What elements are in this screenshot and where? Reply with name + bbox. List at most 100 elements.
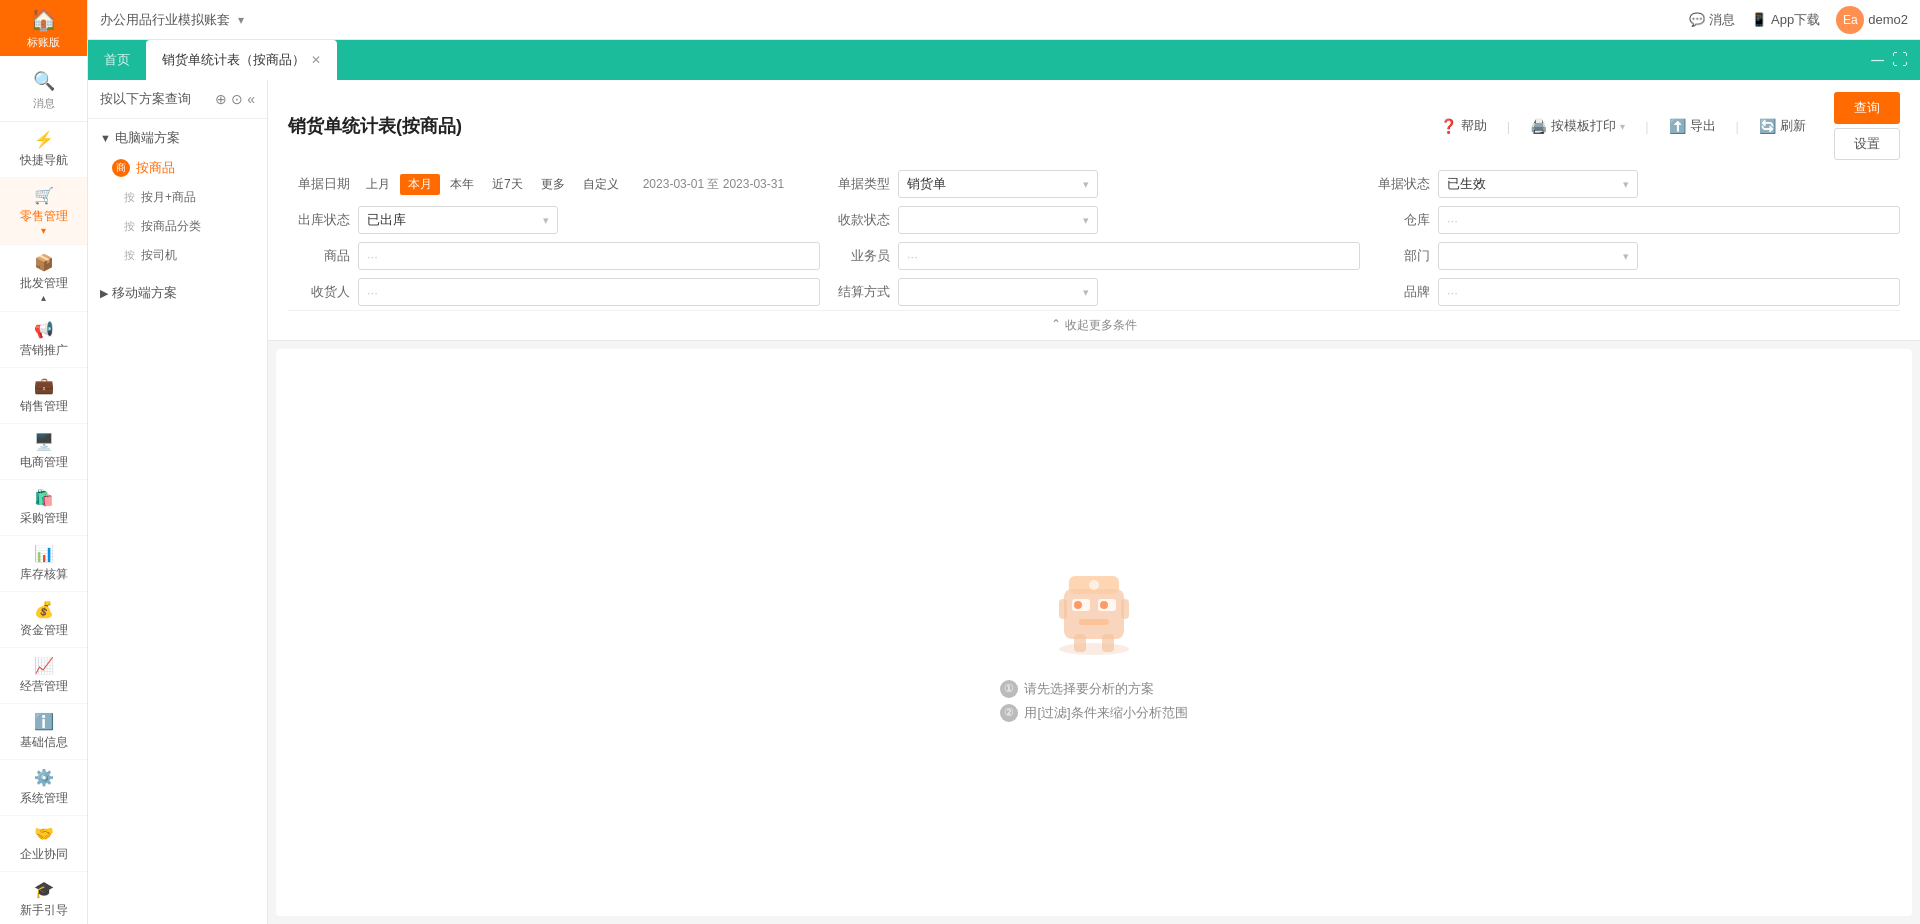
page-title: 销货单统计表(按商品) [288,114,462,138]
collectstatus-select[interactable]: ▾ [898,206,1098,234]
system-icon: ⚙️ [34,768,54,787]
sidebar-item-retail[interactable]: 🛒 零售管理 ▾ [0,178,87,245]
doctype-select[interactable]: 销货单 ▾ [898,170,1098,198]
export-button[interactable]: ⬆️ 导出 [1661,113,1724,139]
tip-num-1: ① [1000,680,1018,698]
operation-icon: 📈 [34,656,54,675]
sub-icon-3: 按 [124,248,135,263]
sidebar-item-quicknav[interactable]: ⚡ 快捷导航 [0,122,87,178]
industry-dropdown[interactable]: ▾ [238,13,244,27]
filter-doctype-cell: 单据类型 销货单 ▾ [828,170,1360,198]
page-header: 销货单统计表(按商品) ❓ 帮助 | 🖨️ 按模板打印 ▾ | [268,80,1920,341]
collapse-label: 收起更多条件 [1065,317,1137,334]
mobile-group-arrow: ▶ [100,287,108,300]
topbar-left: 办公用品行业模拟账套 ▾ [100,11,244,29]
docstatus-select[interactable]: 已生效 ▾ [1438,170,1638,198]
sidebar-item-purchase[interactable]: 🛍️ 采购管理 [0,480,87,536]
username-label: demo2 [1868,12,1908,27]
scheme-sub-item-month-goods[interactable]: 按 按月+商品 [88,183,267,212]
help-button[interactable]: ❓ 帮助 [1432,113,1495,139]
sidebar-item-operation[interactable]: 📈 经营管理 [0,648,87,704]
tab-last-month[interactable]: 上月 [358,174,398,195]
sidebar-item-sales[interactable]: 💼 销售管理 [0,368,87,424]
sidebar-item-basic[interactable]: ℹ️ 基础信息 [0,704,87,760]
empty-illustration [1034,544,1154,664]
main-content: 销货单统计表(按商品) ❓ 帮助 | 🖨️ 按模板打印 ▾ | [268,80,1920,924]
sidebar-item-enterprise[interactable]: 🤝 企业协同 [0,816,87,872]
avatar-text: Ea [1843,13,1858,27]
tab-7days[interactable]: 近7天 [484,174,531,195]
sub-label-2: 按商品分类 [141,218,201,235]
collectstatus-control: ▾ [898,206,1360,234]
scheme-group-mobile-header[interactable]: ▶ 移动端方案 [88,278,267,308]
tab-sales-stat[interactable]: 销货单统计表（按商品） ✕ [146,40,337,80]
tabbar: 首页 销货单统计表（按商品） ✕ ─ ⛶ [88,40,1920,80]
app-download-button[interactable]: 📱 App下载 [1751,11,1820,29]
staff-input[interactable]: ··· [898,242,1360,270]
docstatus-value: 已生效 [1447,175,1486,193]
scheme-item-by-goods[interactable]: 商 按商品 [88,153,267,183]
sales-icon: 💼 [34,376,54,395]
svg-rect-7 [1059,599,1067,619]
scheme-collapse-icon[interactable]: « [247,91,255,107]
settings-button[interactable]: 设置 [1834,128,1900,160]
query-button[interactable]: 查询 [1834,92,1900,124]
scheme-sub-item-goods-cat[interactable]: 按 按商品分类 [88,212,267,241]
staff-dots: ··· [907,249,918,264]
print-dropdown-icon: ▾ [1620,121,1625,132]
tab-this-month[interactable]: 本月 [400,174,440,195]
scheme-add-icon[interactable]: ⊕ [215,91,227,107]
doctype-value: 销货单 [907,175,946,193]
sidebar-item-wholesale[interactable]: 📦 批发管理 ▴ [0,245,87,312]
payment-select[interactable]: ▾ [898,278,1098,306]
filter-receiver-cell: 收货人 ··· [288,278,820,306]
outstatus-select[interactable]: 已出库 ▾ [358,206,558,234]
user-area[interactable]: Ea demo2 [1836,6,1908,34]
dept-select[interactable]: ▾ [1438,242,1638,270]
goods-control: ··· [358,242,820,270]
retail-icon: 🛒 [34,186,54,205]
scheme-group-pc-header[interactable]: ▼ 电脑端方案 [88,123,267,153]
sidebar-item-ecommerce[interactable]: 🖥️ 电商管理 [0,424,87,480]
sidebar-item-system[interactable]: ⚙️ 系统管理 [0,760,87,816]
tab-close-icon[interactable]: ✕ [311,53,321,67]
tab-sales-stat-label: 销货单统计表（按商品） [162,51,305,69]
sidebar-item-inventory[interactable]: 📊 库存核算 [0,536,87,592]
goods-label: 商品 [288,247,358,265]
sidebar-item-finance[interactable]: 💰 资金管理 [0,592,87,648]
goods-input[interactable]: ··· [358,242,820,270]
date-tabs: 上月 本月 本年 近7天 更多 自定义 [358,174,627,195]
collapse-row[interactable]: ⌃ 收起更多条件 [288,310,1900,340]
svg-rect-8 [1121,599,1129,619]
brand-control: ··· [1438,278,1900,306]
tab-more[interactable]: 更多 [533,174,573,195]
warehouse-dots: ··· [1447,213,1458,228]
sidebar-search-section[interactable]: 🔍 消息 [0,56,87,122]
dept-control: ▾ [1438,242,1900,270]
date-filter-control: 上月 本月 本年 近7天 更多 自定义 2023-03-01 至 2023-03… [358,174,820,195]
tab-minimize-icon[interactable]: ─ [1871,50,1884,71]
brand-input[interactable]: ··· [1438,278,1900,306]
tab-custom[interactable]: 自定义 [575,174,627,195]
refresh-label: 刷新 [1780,117,1806,135]
filter-outstatus-cell: 出库状态 已出库 ▾ [288,206,820,234]
doctype-control: 销货单 ▾ [898,170,1360,198]
sidebar-item-marketing[interactable]: 📢 营销推广 [0,312,87,368]
print-button[interactable]: 🖨️ 按模板打印 ▾ [1522,113,1633,139]
divider1: | [1507,119,1510,134]
filter-staff-cell: 业务员 ··· [828,242,1360,270]
warehouse-input[interactable]: ··· [1438,206,1900,234]
warehouse-label: 仓库 [1368,211,1438,229]
refresh-button[interactable]: 🔄 刷新 [1751,113,1814,139]
inventory-icon: 📊 [34,544,54,563]
scheme-item-icon: 商 [112,159,130,177]
message-button[interactable]: 💬 消息 [1689,11,1735,29]
receiver-input[interactable]: ··· [358,278,820,306]
scheme-sub-item-driver[interactable]: 按 按司机 [88,241,267,270]
tab-maximize-icon[interactable]: ⛶ [1892,51,1908,69]
outstatus-control: 已出库 ▾ [358,206,820,234]
tab-home[interactable]: 首页 [88,40,146,80]
scheme-edit-icon[interactable]: ⊙ [231,91,243,107]
tab-this-year[interactable]: 本年 [442,174,482,195]
sidebar-item-newuser[interactable]: 🎓 新手引导 [0,872,87,924]
